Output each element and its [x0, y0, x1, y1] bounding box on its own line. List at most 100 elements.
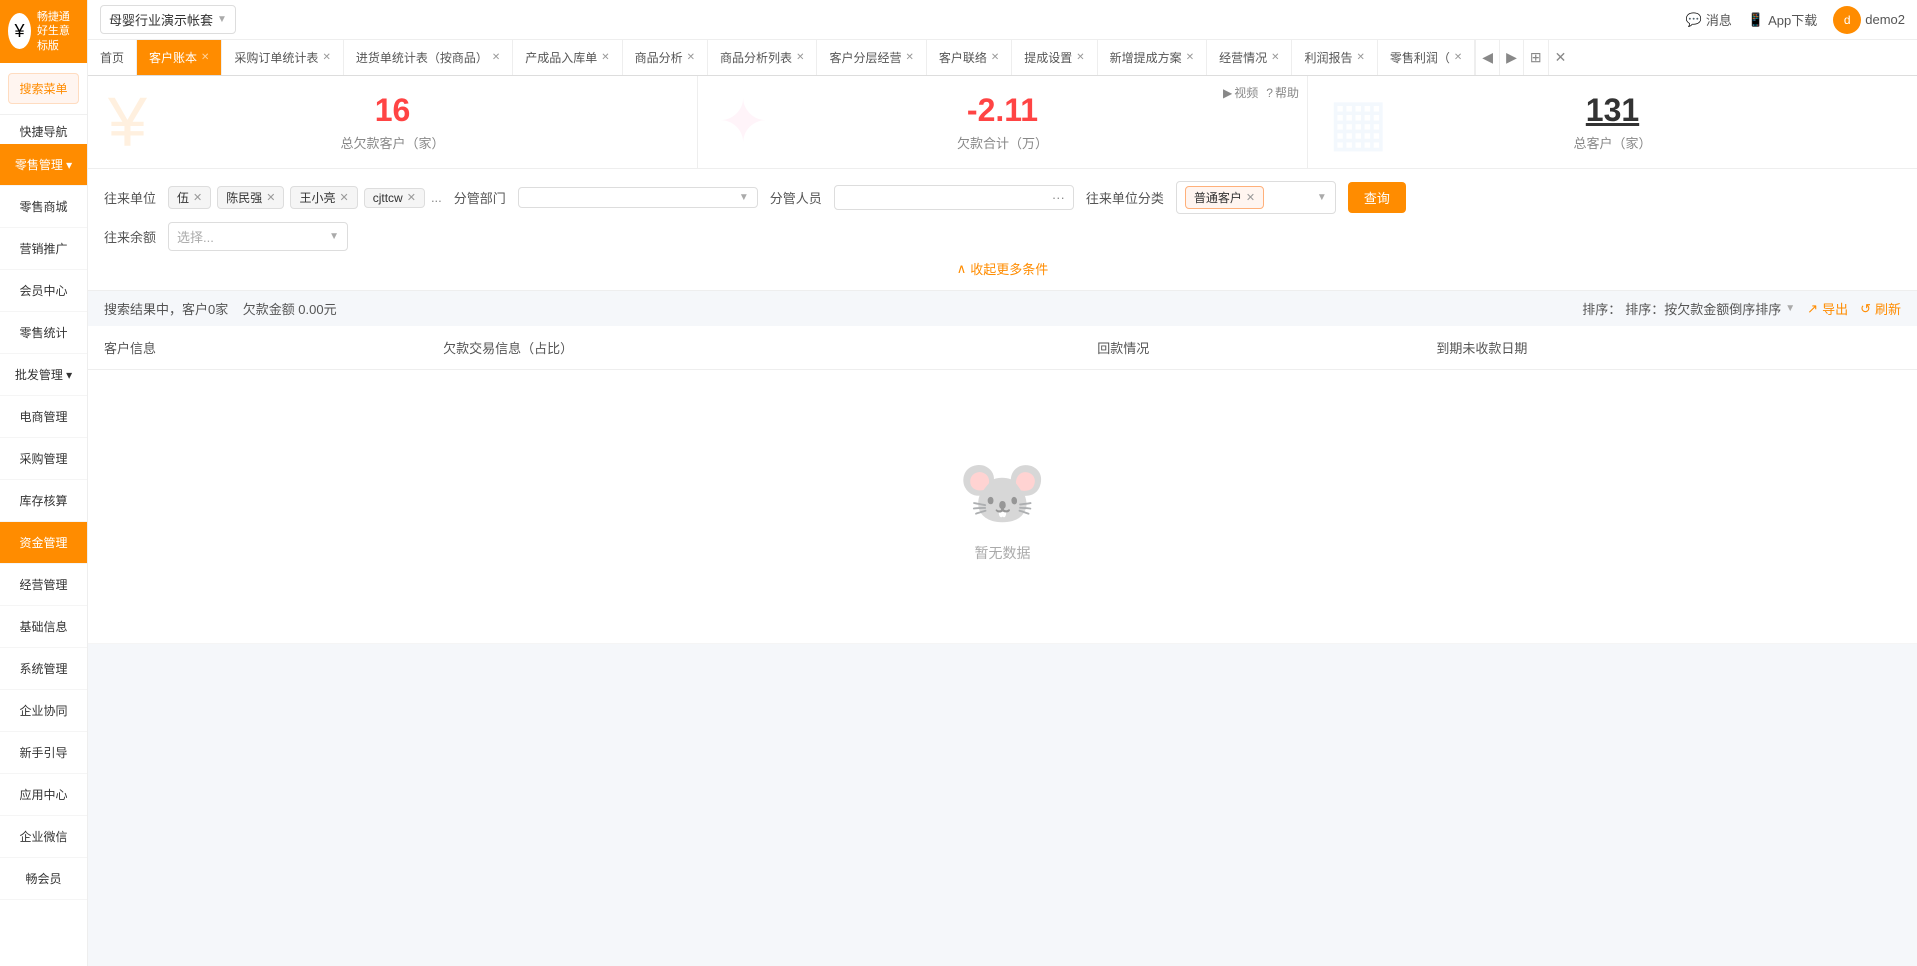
tab-retail-profit[interactable]: 零售利润（ ✕ [1378, 40, 1475, 75]
sidebar-item-inventory[interactable]: 库存核算 [0, 480, 87, 522]
stat-overdue-amount: ✦ -2.11 欠款合计（万） ▶ 视频 ? 帮助 [698, 76, 1308, 168]
tab-purchase-order-stat[interactable]: 采购订单统计表 ✕ [222, 40, 343, 75]
filter-tag-wangxiaokou[interactable]: 王小亮 ✕ [290, 186, 357, 209]
filter-bar: 往来单位 伍 ✕ 陈民强 ✕ 王小亮 ✕ cjttcw [88, 169, 1917, 291]
sidebar-item-system[interactable]: 系统管理 [0, 648, 87, 690]
sidebar-item-app-center[interactable]: 应用中心 [0, 774, 87, 816]
category-filter-label: 往来单位分类 [1086, 188, 1164, 207]
sidebar-item-new-guide[interactable]: 新手引导 [0, 732, 87, 774]
close-tag-normal-icon[interactable]: ✕ [1246, 191, 1255, 204]
content-area: ¥ 16 总欠款客户（家） ✦ -2.11 欠款合计（万） ▶ 视频 ? 帮助 [88, 76, 1917, 966]
person-filter-select[interactable]: ··· [834, 185, 1074, 210]
sidebar-item-vip-member[interactable]: 畅会员 [0, 858, 87, 900]
sidebar-item-retail-stat[interactable]: 零售统计 [0, 312, 87, 354]
unit-filter-tags: 伍 ✕ 陈民强 ✕ 王小亮 ✕ cjttcw ✕ ... [168, 186, 442, 209]
category-filter-select[interactable]: 普通客户 ✕ ▼ [1176, 181, 1336, 214]
tab-operations-status[interactable]: 经营情况 ✕ [1207, 40, 1292, 75]
empty-state: 🐭 暂无数据 [88, 370, 1917, 643]
quick-nav-item[interactable]: 快捷导航 [0, 115, 87, 144]
tab-close-goods-analysis[interactable]: ✕ [687, 52, 695, 63]
tab-close-raise-setting[interactable]: ✕ [1076, 52, 1084, 63]
tab-close-purchase-order[interactable]: ✕ [322, 52, 330, 63]
tab-customer-capital[interactable]: 客户账本 ✕ [137, 40, 222, 75]
sidebar-search-area: 搜索菜单 [0, 63, 87, 115]
overdue-customers-value: 16 [375, 92, 411, 129]
tab-goods-analysis[interactable]: 商品分析 ✕ [623, 40, 708, 75]
th-customer-info: 客户信息 [88, 326, 427, 370]
sidebar-item-marketing[interactable]: 营销推广 [0, 228, 87, 270]
tab-profit-report[interactable]: 利润报告 ✕ [1292, 40, 1377, 75]
overdue-amount-label: 欠款合计（万） [957, 133, 1048, 152]
tab-close-customer-capital[interactable]: ✕ [201, 52, 209, 63]
sidebar-item-ecommerce[interactable]: 电商管理 [0, 396, 87, 438]
balance-filter-select[interactable]: 选择... ▼ [168, 222, 348, 251]
filter-tag-normal[interactable]: 普通客户 ✕ [1185, 186, 1264, 209]
sidebar-item-retail-mall[interactable]: 零售商城 [0, 186, 87, 228]
topbar-left: 母婴行业演示帐套 ▼ [100, 5, 236, 34]
query-button[interactable]: 查询 [1348, 182, 1406, 213]
tab-customer-connect[interactable]: 客户联络 ✕ [927, 40, 1012, 75]
tab-close-goods-analysis-list[interactable]: ✕ [796, 52, 804, 63]
tab-close-add-raise-plan[interactable]: ✕ [1186, 52, 1194, 63]
filter-tag-cjttcw[interactable]: cjttcw ✕ [364, 188, 425, 208]
collapse-more-conditions-button[interactable]: ∧ 收起更多条件 [957, 259, 1049, 278]
tab-add-raise-plan[interactable]: 新增提成方案 ✕ [1098, 40, 1207, 75]
sidebar-item-operations[interactable]: 经营管理 [0, 564, 87, 606]
category-tags: 普通客户 ✕ [1185, 186, 1264, 209]
sidebar-logo[interactable]: ¥ 畅捷通好生意 标版 [0, 0, 87, 63]
tab-close-customer-connect[interactable]: ✕ [991, 52, 999, 63]
video-help-button[interactable]: ▶ 视频 [1223, 84, 1258, 101]
search-menu-button[interactable]: 搜索菜单 [8, 73, 79, 104]
result-bar: 搜索结果中，客户0家 欠款金额 0.00元 排序： 排序：按欠款金额倒序排序 ▼… [88, 291, 1917, 326]
sidebar-item-finance[interactable]: 资金管理 [0, 522, 87, 564]
tab-produce-inbound[interactable]: 产成品入库单 ✕ [513, 40, 622, 75]
close-tag-e-icon[interactable]: ✕ [193, 191, 202, 204]
empty-state-text: 暂无数据 [975, 543, 1031, 563]
filter-tag-chenminqiang[interactable]: 陈民强 ✕ [217, 186, 284, 209]
tab-raise-setting[interactable]: 提成设置 ✕ [1012, 40, 1097, 75]
tab-close-operations-status[interactable]: ✕ [1271, 52, 1279, 63]
close-tag-cjttcw-icon[interactable]: ✕ [407, 191, 416, 204]
sort-select[interactable]: 排序： 排序：按欠款金额倒序排序 ▼ [1582, 299, 1795, 318]
topbar-right: 💬 消息 📱 App下载 d demo2 [1686, 6, 1905, 34]
doc-help-button[interactable]: ? 帮助 [1266, 84, 1299, 101]
table-empty-row: 🐭 暂无数据 [88, 370, 1917, 644]
filter-row-1: 往来单位 伍 ✕ 陈民强 ✕ 王小亮 ✕ cjttcw [104, 181, 1901, 214]
tab-close-retail-profit[interactable]: ✕ [1454, 52, 1462, 63]
stat-help-buttons: ▶ 视频 ? 帮助 [1223, 84, 1299, 101]
user-menu[interactable]: d demo2 [1833, 6, 1905, 34]
filter-more-tags[interactable]: ... [431, 190, 442, 205]
tab-close-produce-inbound[interactable]: ✕ [601, 52, 609, 63]
tab-home[interactable]: 首页 [88, 40, 137, 75]
refresh-icon: ↺ [1860, 301, 1871, 317]
tab-nav-prev[interactable]: ◀ [1475, 40, 1499, 75]
sidebar-item-member-center[interactable]: 会员中心 [0, 270, 87, 312]
sidebar-item-enterprise[interactable]: 企业协同 [0, 690, 87, 732]
sidebar-item-wholesale[interactable]: 批发管理 ▾ [0, 354, 87, 396]
sidebar-item-retail-manage[interactable]: 零售管理 ▾ [0, 144, 87, 186]
download-icon: 📱 [1748, 12, 1764, 28]
tab-customer-tier[interactable]: 客户分层经营 ✕ [817, 40, 926, 75]
filter-tag-e[interactable]: 伍 ✕ [168, 186, 211, 209]
tab-goods-stat[interactable]: 进货单统计表（按商品） ✕ [344, 40, 513, 75]
app-download-button[interactable]: 📱 App下载 [1748, 10, 1817, 29]
tab-close-profit-report[interactable]: ✕ [1357, 52, 1365, 63]
refresh-button[interactable]: ↺ 刷新 [1860, 299, 1901, 318]
sidebar-item-purchase[interactable]: 采购管理 [0, 438, 87, 480]
dept-filter-select[interactable]: ▼ [518, 187, 758, 208]
account-selector[interactable]: 母婴行业演示帐套 ▼ [100, 5, 236, 34]
person-more-icon[interactable]: ··· [1052, 190, 1065, 205]
sidebar-item-basic-info[interactable]: 基础信息 [0, 606, 87, 648]
tab-nav-menu[interactable]: ⊞ [1523, 40, 1548, 75]
close-tag-wangxiaokou-icon[interactable]: ✕ [340, 191, 349, 204]
message-button[interactable]: 💬 消息 [1686, 10, 1732, 29]
sidebar-item-corp-wechat[interactable]: 企业微信 [0, 816, 87, 858]
tab-close-customer-tier[interactable]: ✕ [905, 52, 913, 63]
main-area: 母婴行业演示帐套 ▼ 💬 消息 📱 App下载 d demo2 首页 客户账本 [88, 0, 1917, 966]
export-button[interactable]: ↗ 导出 [1807, 299, 1848, 318]
tab-close-goods-stat[interactable]: ✕ [492, 52, 500, 63]
tab-close-all[interactable]: ✕ [1548, 40, 1573, 75]
tab-goods-analysis-list[interactable]: 商品分析列表 ✕ [708, 40, 817, 75]
tab-nav-next[interactable]: ▶ [1499, 40, 1523, 75]
close-tag-chenminqiang-icon[interactable]: ✕ [266, 191, 275, 204]
